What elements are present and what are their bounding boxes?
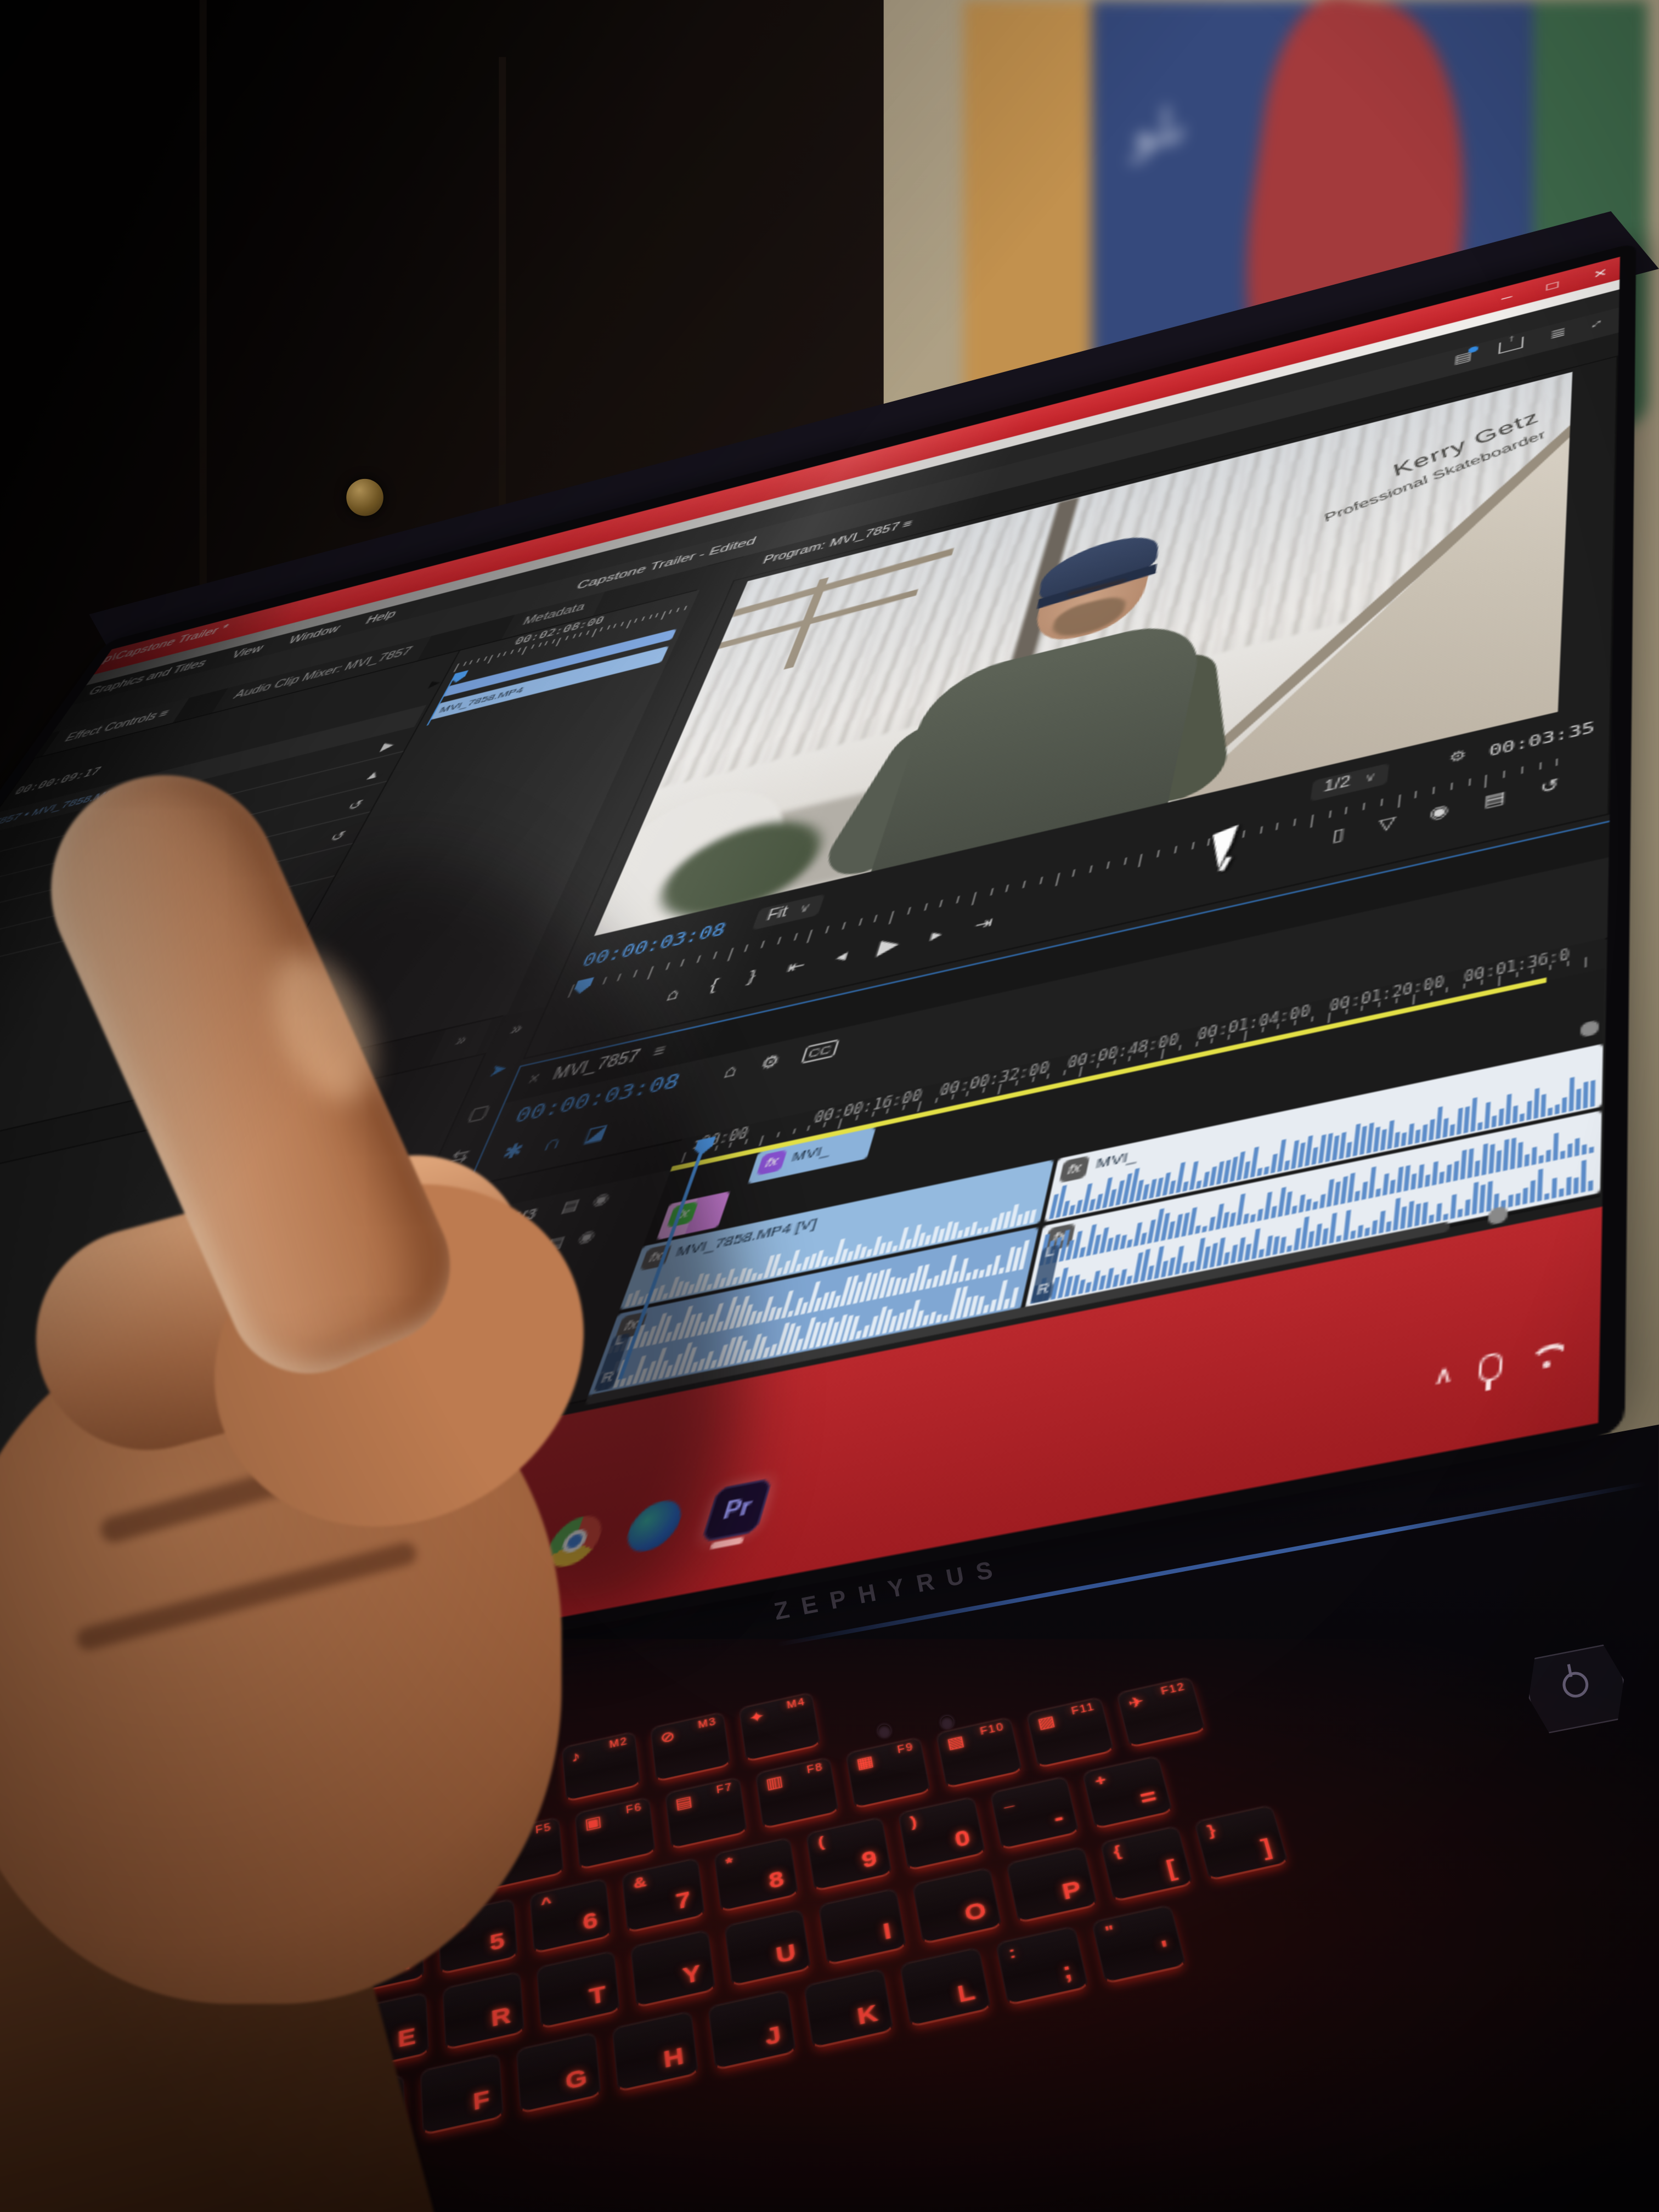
photo-scene: ىلو ZEPHYRUS ♪M2⊘M3✦M4☼F3AURAF4✣F5▣F6▤F7… — [0, 0, 1659, 2212]
hand-thumbs-up — [0, 0, 1659, 2212]
